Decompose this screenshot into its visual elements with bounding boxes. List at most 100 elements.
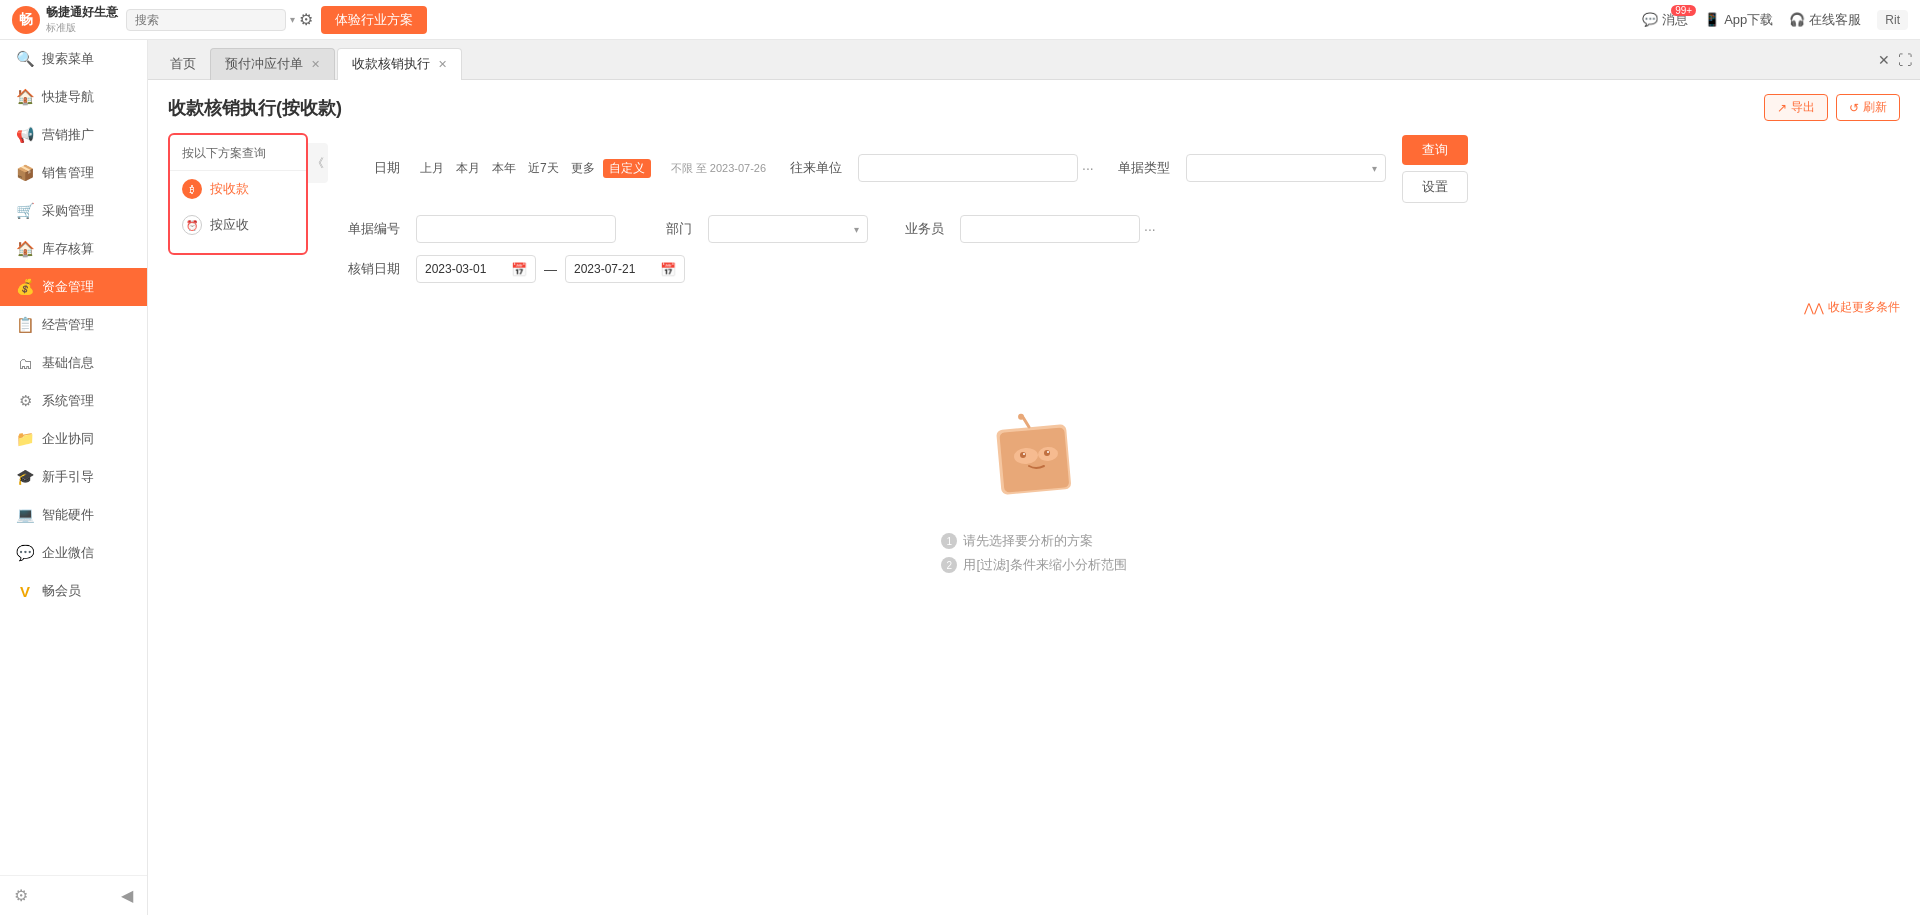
sidebar-item-search-menu[interactable]: 🔍 搜索菜单 [0, 40, 147, 78]
writeoff-start-cal-icon[interactable]: 📅 [511, 262, 527, 277]
message-button[interactable]: 💬 消息 99+ [1642, 11, 1688, 29]
filter-option-by-receivable[interactable]: ⏰ 按应收 [170, 207, 306, 243]
export-button[interactable]: ↗ 导出 [1764, 94, 1828, 121]
tab-prepay[interactable]: 预付冲应付单 ✕ [210, 48, 335, 80]
doc-no-input[interactable] [416, 215, 616, 243]
sidebar-item-vip[interactable]: V 畅会员 [0, 572, 147, 610]
tab-bar: 首页 预付冲应付单 ✕ 收款核销执行 ✕ ✕ ⛶ [148, 40, 1920, 80]
tab-home[interactable]: 首页 [156, 48, 210, 80]
sidebar-collapse-icon[interactable]: ◀ [121, 886, 133, 905]
refresh-button[interactable]: ↺ 刷新 [1836, 94, 1900, 121]
industry-solution-button[interactable]: 体验行业方案 [321, 6, 427, 34]
sales-icon: 📦 [16, 164, 34, 182]
writeoff-end-date[interactable]: 2023-07-21 📅 [565, 255, 685, 283]
by-receipt-icon: ₿ [182, 179, 202, 199]
counterparty-label: 往来单位 [782, 159, 842, 177]
smart-hw-icon: 💻 [16, 506, 34, 524]
date-this-month[interactable]: 本月 [452, 158, 484, 179]
message-icon: 💬 [1642, 12, 1658, 27]
salesperson-more-icon[interactable]: ··· [1144, 221, 1156, 237]
hint-num-1: 1 [941, 533, 957, 549]
filter-row-2: 单据编号 部门 ▾ 业务员 ··· [340, 215, 1900, 243]
settings-button[interactable]: 设置 [1402, 171, 1468, 203]
sidebar-item-inventory[interactable]: 🏠 库存核算 [0, 230, 147, 268]
tab-receipt-writeoff-close[interactable]: ✕ [438, 58, 447, 71]
filter-option-by-receipt[interactable]: ₿ 按收款 [170, 171, 306, 207]
sidebar-item-smart-hw[interactable]: 💻 智能硬件 [0, 496, 147, 534]
dept-chevron: ▾ [854, 224, 859, 235]
topbar: 畅 畅捷通好生意 标准版 ▾ ⚙ 体验行业方案 💬 消息 99+ 📱 App下载… [0, 0, 1920, 40]
system-icon: ⚙ [16, 392, 34, 410]
svg-line-8 [1023, 417, 1029, 427]
sidebar-item-operation[interactable]: 📋 经营管理 [0, 306, 147, 344]
sidebar-item-marketing[interactable]: 📢 营销推广 [0, 116, 147, 154]
empty-state: 1 请先选择要分析的方案 2 用[过滤]条件来缩小分析范围 [148, 332, 1920, 634]
query-button[interactable]: 查询 [1402, 135, 1468, 165]
page-content: 收款核销执行(按收款) ↗ 导出 ↺ 刷新 [148, 80, 1920, 915]
date-7days[interactable]: 近7天 [524, 158, 563, 179]
brand-name: 畅捷通好生意 标准版 [46, 4, 118, 35]
enterprise-icon: 📁 [16, 430, 34, 448]
sidebar-item-guide[interactable]: 🎓 新手引导 [0, 458, 147, 496]
collapse-icon: 《 [312, 155, 324, 172]
tab-receipt-writeoff[interactable]: 收款核销执行 ✕ [337, 48, 462, 80]
date-this-year[interactable]: 本年 [488, 158, 520, 179]
date-shortcuts: 上月 本月 本年 近7天 更多 自定义 [416, 158, 651, 179]
topbar-gear-icon[interactable]: ⚙ [299, 10, 313, 29]
date-last-month[interactable]: 上月 [416, 158, 448, 179]
topbar-search-input[interactable] [126, 9, 286, 31]
svg-point-4 [1020, 452, 1026, 458]
sidebar-item-system[interactable]: ⚙ 系统管理 [0, 382, 147, 420]
doc-type-chevron: ▾ [1372, 163, 1377, 174]
main-layout: 🔍 搜索菜单 🏠 快捷导航 📢 营销推广 📦 销售管理 🛒 采购管理 🏠 库存核… [0, 40, 1920, 915]
collapse-more-button[interactable]: ⋀⋀ 收起更多条件 [340, 295, 1900, 320]
page-title: 收款核销执行(按收款) [168, 96, 342, 120]
service-icon: 🎧 [1789, 12, 1805, 27]
sidebar-item-quick-nav[interactable]: 🏠 快捷导航 [0, 78, 147, 116]
filter-row-1: 日期 上月 本月 本年 近7天 更多 自定义 不 [340, 133, 1900, 203]
sidebar: 🔍 搜索菜单 🏠 快捷导航 📢 营销推广 📦 销售管理 🛒 采购管理 🏠 库存核… [0, 40, 148, 915]
date-more[interactable]: 更多 [567, 158, 599, 179]
sidebar-item-basic-info[interactable]: 🗂 基础信息 [0, 344, 147, 382]
logo-icon: 畅 [12, 6, 40, 34]
sidebar-item-sales[interactable]: 📦 销售管理 [0, 154, 147, 192]
app-download-button[interactable]: 📱 App下载 [1704, 11, 1773, 29]
operation-icon: 📋 [16, 316, 34, 334]
empty-illustration [974, 412, 1094, 512]
sidebar-settings-icon[interactable]: ⚙ [14, 886, 28, 905]
writeoff-start-date[interactable]: 2023-03-01 📅 [416, 255, 536, 283]
tab-close-all-icon[interactable]: ✕ [1878, 52, 1890, 68]
sidebar-item-wechat[interactable]: 💬 企业微信 [0, 534, 147, 572]
writeoff-end-cal-icon[interactable]: 📅 [660, 262, 676, 277]
finance-icon: 💰 [16, 278, 34, 296]
tab-expand-icon[interactable]: ⛶ [1898, 52, 1912, 68]
filter-collapse-button[interactable]: 《 [308, 143, 328, 183]
hint-num-2: 2 [941, 557, 957, 573]
inventory-icon: 🏠 [16, 240, 34, 258]
date-custom-badge[interactable]: 自定义 [603, 159, 651, 178]
counterparty-more-icon[interactable]: ··· [1082, 160, 1094, 176]
topbar-search-area: ▾ ⚙ [126, 9, 313, 31]
refresh-icon: ↺ [1849, 101, 1859, 115]
topbar-left: 畅 畅捷通好生意 标准版 ▾ ⚙ 体验行业方案 [12, 4, 427, 35]
page-header: 收款核销执行(按收款) ↗ 导出 ↺ 刷新 [148, 80, 1920, 121]
sidebar-item-purchase[interactable]: 🛒 采购管理 [0, 192, 147, 230]
date-no-limit: 不限 至 2023-07-26 [671, 161, 766, 176]
page-inner: 收款核销执行(按收款) ↗ 导出 ↺ 刷新 [148, 80, 1920, 915]
svg-point-5 [1044, 450, 1050, 456]
sidebar-item-enterprise[interactable]: 📁 企业协同 [0, 420, 147, 458]
user-name[interactable]: Rit [1877, 10, 1908, 30]
dept-select[interactable]: ▾ [708, 215, 868, 243]
tab-prepay-close[interactable]: ✕ [311, 58, 320, 71]
basic-info-icon: 🗂 [16, 355, 34, 372]
doc-type-select[interactable]: ▾ [1186, 154, 1386, 182]
sidebar-item-finance[interactable]: 💰 资金管理 [0, 268, 147, 306]
doc-type-label: 单据类型 [1110, 159, 1170, 177]
topbar-dropdown-icon[interactable]: ▾ [290, 14, 295, 25]
date-separator: — [540, 262, 561, 277]
empty-hint-2: 2 用[过滤]条件来缩小分析范围 [941, 556, 1126, 574]
salesperson-input[interactable] [960, 215, 1140, 243]
online-service-button[interactable]: 🎧 在线客服 [1789, 11, 1861, 29]
app-download-icon: 📱 [1704, 12, 1720, 27]
counterparty-input[interactable] [858, 154, 1078, 182]
